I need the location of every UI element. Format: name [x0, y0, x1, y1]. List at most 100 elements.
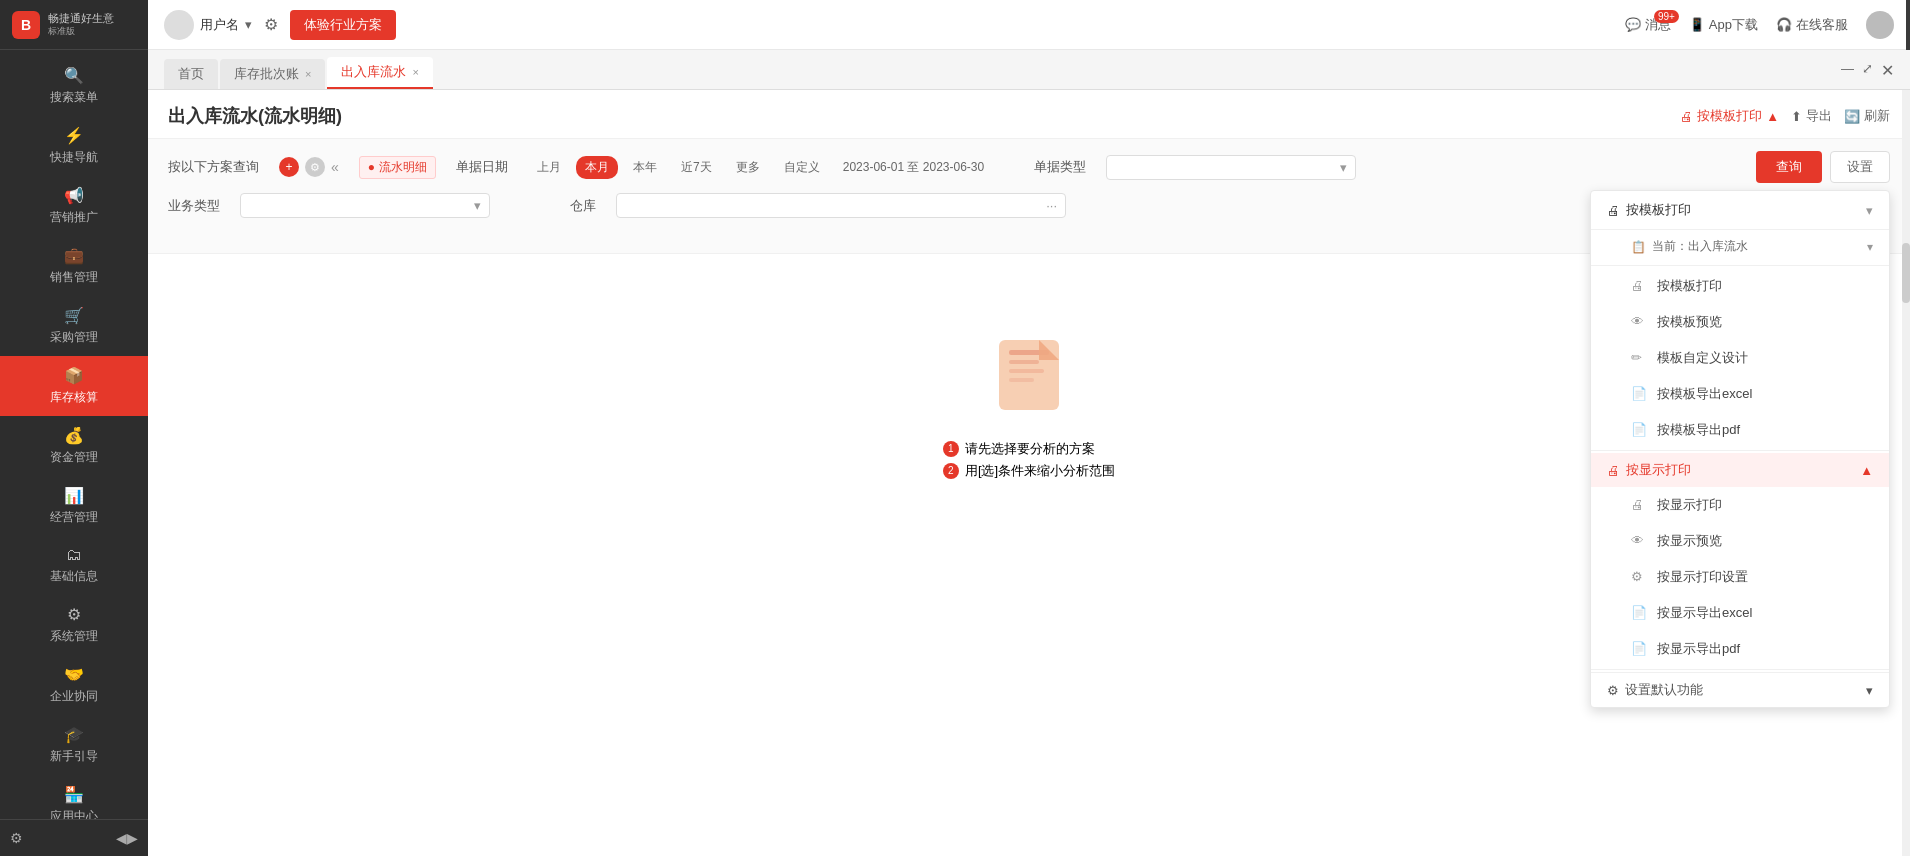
sidebar-label-purchase: 采购管理: [50, 329, 98, 346]
date-btn-this-month[interactable]: 本月: [576, 156, 618, 179]
online-service-button[interactable]: 🎧 在线客服: [1776, 16, 1848, 34]
display-print-item[interactable]: 🖨 按显示打印: [1591, 487, 1889, 523]
sidebar-item-purchase[interactable]: 🛒 采购管理: [0, 296, 148, 356]
sidebar-nav: 🔍搜索菜单⚡快捷导航📢营销推广💼销售管理 🛒 采购管理 📦 库存核算 💰资金管理📊经营管理…: [0, 50, 148, 819]
display-print-label: 按显示打印: [1657, 496, 1722, 514]
sidebar-item-inventory[interactable]: 📦 库存核算: [0, 356, 148, 416]
export-button[interactable]: ⬆ 导出: [1791, 107, 1832, 125]
template-excel-item[interactable]: 📄 按模板导出excel: [1591, 376, 1889, 412]
sidebar-item-appcenter[interactable]: 🏪应用中心: [0, 775, 148, 819]
settings-button[interactable]: 设置: [1830, 151, 1890, 183]
refresh-button[interactable]: 🔄 刷新: [1844, 107, 1890, 125]
refresh-label: 刷新: [1864, 107, 1890, 125]
display-excel-item[interactable]: 📄 按显示导出excel: [1591, 595, 1889, 631]
sidebar-item-operations[interactable]: 📊经营管理: [0, 476, 148, 536]
empty-illustration: [979, 325, 1079, 428]
sidebar-item-search[interactable]: 🔍搜索菜单: [0, 56, 148, 116]
print-template-icon: 🖨: [1680, 109, 1693, 124]
dropdown-header: 🖨 按模板打印 ▾: [1591, 191, 1889, 230]
biz-type-select[interactable]: ▾: [240, 193, 490, 218]
export-icon: ⬆: [1791, 109, 1802, 124]
sidebar-icon-sales: 💼: [64, 246, 84, 265]
page-actions: 🖨 按模板打印 ▲ ⬆ 导出 🔄 刷新: [1680, 107, 1890, 125]
biz-type-label: 业务类型: [168, 197, 220, 215]
tab-expand-icon[interactable]: ⤢: [1862, 60, 1873, 79]
dropdown-header-arrow[interactable]: ▾: [1866, 203, 1873, 218]
sidebar-icon-search: 🔍: [64, 66, 84, 85]
print-template-button[interactable]: 🖨 按模板打印 ▲: [1680, 107, 1779, 125]
sidebar-item-enterprise[interactable]: 🤝企业协同: [0, 655, 148, 715]
refresh-icon: 🔄: [1844, 109, 1860, 124]
date-btn-7days[interactable]: 近7天: [672, 156, 721, 179]
sidebar-icon-basics: 🗂: [66, 546, 82, 564]
tab-minimize-icon[interactable]: —: [1841, 60, 1854, 79]
doc-type-select[interactable]: ▾: [1106, 155, 1356, 180]
filter-settings-button[interactable]: ⚙: [305, 157, 325, 177]
tab-batch-account-close[interactable]: ×: [305, 68, 311, 80]
tab-batch-account[interactable]: 库存批次账 ×: [220, 59, 325, 89]
date-btn-last-month[interactable]: 上月: [528, 156, 570, 179]
online-service-icon: 🎧: [1776, 17, 1792, 32]
tab-close-icon[interactable]: ✕: [1881, 60, 1894, 79]
messages-button[interactable]: 💬 消息 99+: [1625, 16, 1671, 34]
app-download-button[interactable]: 📱 App下载: [1689, 16, 1758, 34]
tab-home[interactable]: 首页: [164, 59, 218, 89]
sidebar-item-quick-nav[interactable]: ⚡快捷导航: [0, 116, 148, 176]
user-dropdown-icon[interactable]: ▾: [245, 17, 252, 32]
sidebar-item-system[interactable]: ⚙系统管理: [0, 595, 148, 655]
svg-rect-3: [1009, 369, 1044, 373]
footer-collapse-icon[interactable]: ◀▶: [116, 830, 138, 846]
date-btn-this-year[interactable]: 本年: [624, 156, 666, 179]
display-pdf-item[interactable]: 📄 按显示导出pdf: [1591, 631, 1889, 667]
app-name-block: 畅捷通好生意 标准版: [48, 11, 114, 38]
topbar-settings-icon[interactable]: ⚙: [264, 15, 278, 34]
filter-toolbar: + ⚙ «: [279, 157, 339, 177]
date-btn-more[interactable]: 更多: [727, 156, 769, 179]
dropdown-footer-label: 设置默认功能: [1625, 681, 1703, 699]
sidebar-icon-inventory: 📦: [64, 366, 84, 385]
footer-settings-icon[interactable]: ⚙: [10, 830, 23, 846]
template-pdf-icon: 📄: [1631, 422, 1647, 438]
sidebar-item-marketing[interactable]: 📢营销推广: [0, 176, 148, 236]
display-section-header: 🖨 按显示打印 ▲: [1591, 453, 1889, 487]
tab-flow[interactable]: 出入库流水 ×: [327, 57, 432, 89]
display-section-arrow[interactable]: ▲: [1860, 463, 1873, 478]
date-range-display: 2023-06-01 至 2023-06-30: [843, 159, 984, 176]
tab-flow-close[interactable]: ×: [412, 66, 418, 78]
dropdown-header-text: 按模板打印: [1626, 201, 1691, 219]
search-button[interactable]: 查询: [1756, 151, 1822, 183]
template-custom-item[interactable]: ✏ 模板自定义设计: [1591, 340, 1889, 376]
filter-add-button[interactable]: +: [279, 157, 299, 177]
template-pdf-label: 按模板导出pdf: [1657, 421, 1740, 439]
sidebar-icon-marketing: 📢: [64, 186, 84, 205]
filter-collapse-arrow[interactable]: «: [331, 159, 339, 175]
sidebar-icon-enterprise: 🤝: [64, 665, 84, 684]
current-arrow[interactable]: ▾: [1867, 240, 1873, 254]
sidebar-item-sales[interactable]: 💼销售管理: [0, 236, 148, 296]
current-icon: 📋: [1631, 240, 1646, 254]
right-scrollbar-thumb[interactable]: [1902, 243, 1910, 303]
display-preview-item[interactable]: 👁 按显示预览: [1591, 523, 1889, 559]
sidebar-label-inventory: 库存核算: [50, 389, 98, 406]
template-pdf-item[interactable]: 📄 按模板导出pdf: [1591, 412, 1889, 448]
empty-tip-2: 2 用[选]条件来缩小分析范围: [943, 462, 1115, 480]
dropdown-header-title: 🖨 按模板打印: [1607, 201, 1691, 219]
sidebar-label-appcenter: 应用中心: [50, 808, 98, 819]
trial-button[interactable]: 体验行业方案: [290, 10, 396, 40]
print-template-arrow[interactable]: ▲: [1766, 109, 1779, 124]
template-print-item[interactable]: 🖨 按模板打印: [1591, 268, 1889, 304]
topbar-right: 💬 消息 99+ 📱 App下载 🎧 在线客服: [1625, 11, 1894, 39]
flow-detail-tag-label: 流水明细: [379, 159, 427, 176]
sidebar-item-guide[interactable]: 🎓新手引导: [0, 715, 148, 775]
tip-num-1: 1: [943, 441, 959, 457]
template-preview-item[interactable]: 👁 按模板预览: [1591, 304, 1889, 340]
dropdown-footer[interactable]: ⚙ 设置默认功能 ▾: [1591, 672, 1889, 707]
sidebar-icon-purchase: 🛒: [64, 306, 84, 325]
date-btn-custom[interactable]: 自定义: [775, 156, 829, 179]
sidebar-item-basics[interactable]: 🗂基础信息: [0, 536, 148, 595]
sidebar-item-finance[interactable]: 💰资金管理: [0, 416, 148, 476]
tab-home-label: 首页: [178, 65, 204, 83]
display-settings-item[interactable]: ⚙ 按显示打印设置: [1591, 559, 1889, 595]
warehouse-select[interactable]: ···: [616, 193, 1066, 218]
topbar-user-avatar[interactable]: [1866, 11, 1894, 39]
